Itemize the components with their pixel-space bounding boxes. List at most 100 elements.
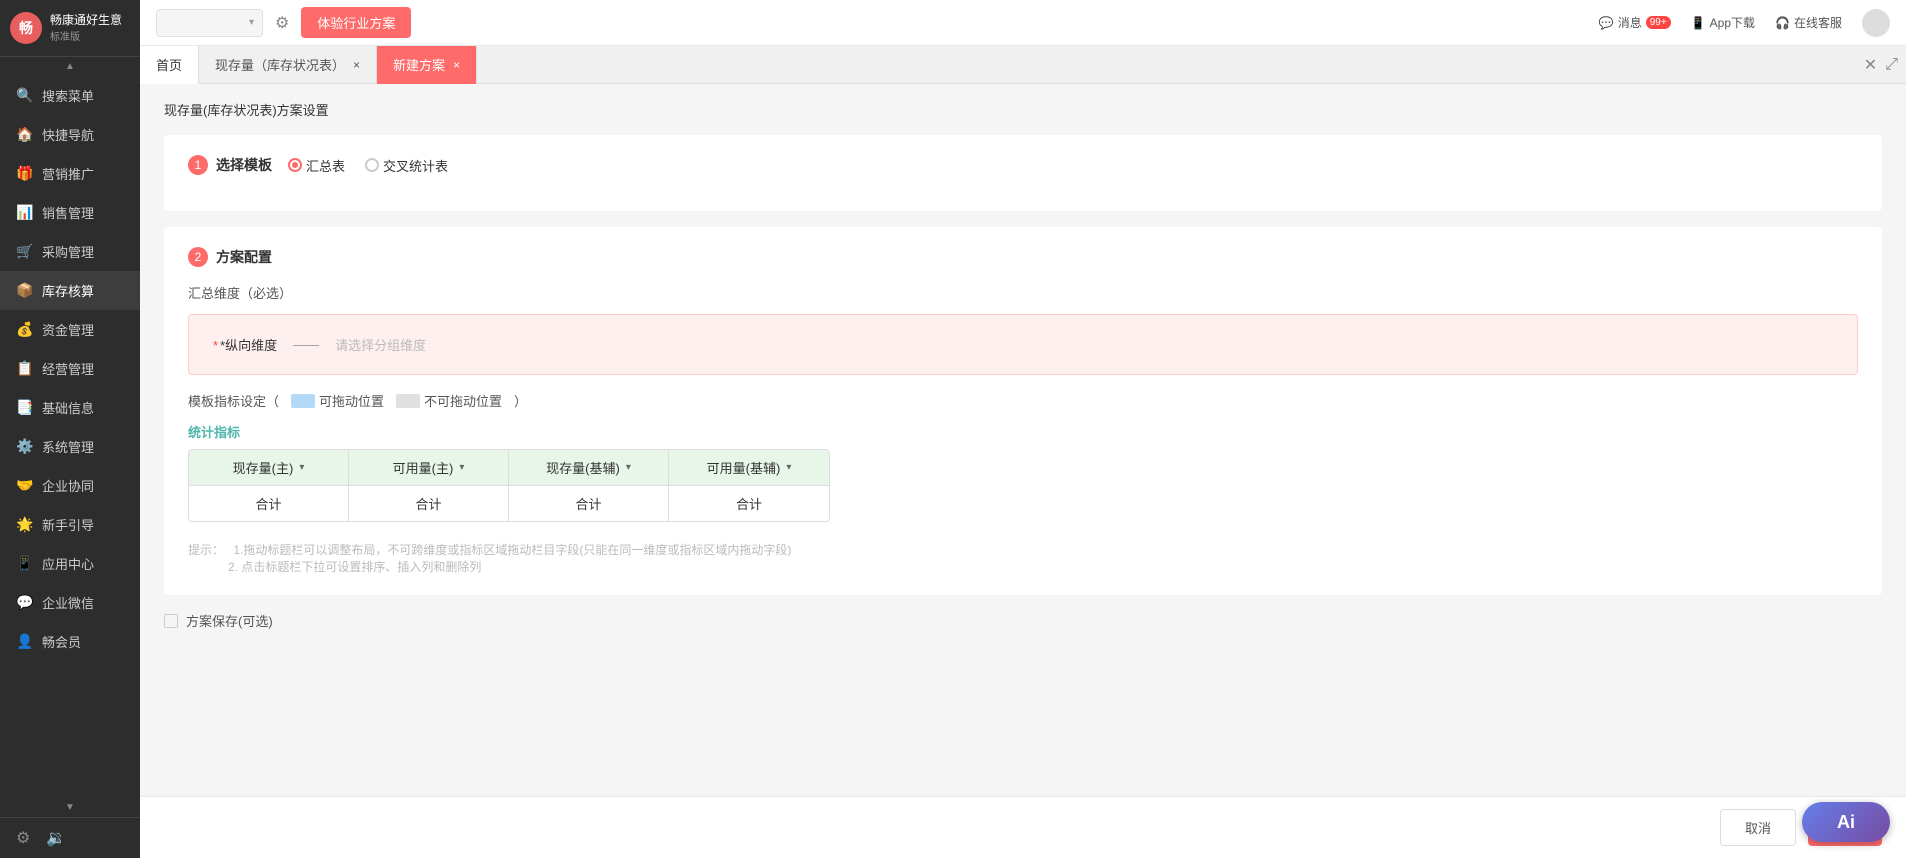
box-icon: 📦: [16, 282, 34, 300]
stats-header-current-aux[interactable]: 现存量(基辅) ▾: [509, 450, 669, 485]
chat-icon: 💬: [16, 594, 34, 612]
sidebar-item-operations[interactable]: 📋 经营管理: [0, 349, 140, 388]
sidebar-nav: 🔍 搜索菜单 🏠 快捷导航 🎁 营销推广 📊 销售管理 🛒 采购管理 📦 库存核…: [0, 76, 140, 798]
stats-header-current-main[interactable]: 现存量(主) ▾: [189, 450, 349, 485]
tip-item-2: 2. 点击标题栏下拉可设置排序、插入列和删除列: [228, 560, 481, 574]
stats-body-available-aux: 合计: [669, 485, 829, 521]
sidebar-item-new-guide[interactable]: 🌟 新手引导: [0, 505, 140, 544]
sidebar-item-contract[interactable]: 🤝 企业协同: [0, 466, 140, 505]
gift-icon: 🎁: [16, 165, 34, 183]
sidebar-item-finance[interactable]: 💰 资金管理: [0, 310, 140, 349]
mobile-icon: 📱: [16, 555, 34, 573]
required-star: **纵向维度: [213, 335, 277, 354]
radio-cross[interactable]: 交叉统计表: [365, 156, 448, 175]
message-button[interactable]: 💬 消息 99+: [1599, 14, 1671, 31]
radio-summary-dot: [292, 162, 298, 168]
sidebar-item-basic-info[interactable]: 📑 基础信息: [0, 388, 140, 427]
star-icon: 🌟: [16, 516, 34, 534]
sound-footer-icon[interactable]: 🔉: [46, 828, 66, 848]
template-radio-group: 汇总表 交叉统计表: [288, 156, 448, 175]
sidebar-item-system[interactable]: ⚙️ 系统管理: [0, 427, 140, 466]
sidebar-item-quick-nav[interactable]: 🏠 快捷导航: [0, 115, 140, 154]
sidebar-item-purchase[interactable]: 🛒 采购管理: [0, 232, 140, 271]
dimension-row: **纵向维度 —— 请选择分组维度: [213, 335, 1833, 354]
tab-new-plan[interactable]: 新建方案 ×: [377, 46, 477, 84]
step2-card: 2 方案配置 汇总维度（必选） **纵向维度 —— 请选择分组维度 模板指标设定…: [164, 227, 1882, 595]
stats-body-current-main: 合计: [189, 485, 349, 521]
draggable-indicator: 可拖动位置: [291, 391, 384, 410]
tab-inventory-status[interactable]: 现存量（库存状况表） ×: [199, 46, 377, 84]
tips-section: 提示： 1.拖动标题栏可以调整布局，不可跨维度或指标区域拖动栏目字段(只能在同一…: [188, 541, 1858, 575]
window-controls: ✕ ⤢: [1864, 55, 1898, 75]
sidebar-item-member[interactable]: 👤 畅会员: [0, 622, 140, 661]
page-content: 现存量(库存状况表)方案设置 1 选择模板 汇总表 交叉统计表: [140, 84, 1906, 796]
dimension-placeholder: 请选择分组维度: [335, 335, 426, 354]
tab-inventory-close-icon[interactable]: ×: [353, 58, 360, 72]
action-bar: 取消 查询: [140, 796, 1906, 858]
cancel-button[interactable]: 取消: [1720, 809, 1796, 846]
cart-icon: 🛒: [16, 243, 34, 261]
sidebar-scroll-up[interactable]: ▲: [0, 57, 140, 76]
user-icon: 👤: [16, 633, 34, 651]
logo-text: 畅康通好生意 标准版: [50, 13, 122, 44]
stats-header-available-main[interactable]: 可用量(主) ▾: [349, 450, 509, 485]
headset-icon: 🎧: [1775, 16, 1790, 30]
non-draggable-indicator: 不可拖动位置: [396, 391, 502, 410]
sidebar-footer: ⚙ 🔉: [0, 817, 140, 858]
close-window-icon[interactable]: ✕: [1864, 55, 1877, 75]
stats-body-available-main: 合计: [349, 485, 509, 521]
chart-icon: 📊: [16, 204, 34, 222]
settings-footer-icon[interactable]: ⚙: [16, 828, 30, 848]
dimension-dash: ——: [293, 337, 319, 352]
ai-bubble[interactable]: Ai: [1802, 802, 1890, 842]
expand-window-icon[interactable]: ⤢: [1885, 56, 1898, 74]
stats-section-title: 统计指标: [188, 422, 1858, 441]
stats-header-available-aux[interactable]: 可用量(基辅) ▾: [669, 450, 829, 485]
topbar-right: 💬 消息 99+ 📱 App下载 🎧 在线客服: [1599, 9, 1890, 37]
customer-service-button[interactable]: 🎧 在线客服: [1775, 14, 1842, 31]
doc-icon: 📑: [16, 399, 34, 417]
step2-title: 方案配置: [216, 247, 272, 267]
indicator-suffix: ）: [514, 391, 527, 410]
vertical-label: *纵向维度: [220, 338, 277, 353]
step2-badge: 2: [188, 247, 208, 267]
save-label: 方案保存(可选): [186, 611, 273, 630]
settings-icon[interactable]: ⚙: [275, 13, 289, 33]
tab-home[interactable]: 首页: [140, 46, 199, 84]
main-content: ▾ ⚙ 体验行业方案 💬 消息 99+ 📱 App下载 🎧 在线客服 首页: [140, 0, 1906, 858]
draggable-rect: [291, 394, 315, 408]
sidebar-item-inventory[interactable]: 📦 库存核算: [0, 271, 140, 310]
sidebar-item-app-center[interactable]: 📱 应用中心: [0, 544, 140, 583]
tab-new-plan-close-icon[interactable]: ×: [453, 58, 460, 72]
topbar-search-box[interactable]: ▾: [156, 9, 263, 37]
topbar: ▾ ⚙ 体验行业方案 💬 消息 99+ 📱 App下载 🎧 在线客服: [140, 0, 1906, 46]
logo-icon: 畅: [10, 12, 42, 44]
stats-table: 现存量(主) ▾ 可用量(主) ▾ 现存量(基辅) ▾ 可用量(基辅) ▾: [188, 449, 830, 522]
tips-prefix: 提示：: [188, 543, 230, 557]
step1-title: 选择模板: [216, 155, 272, 175]
search-input[interactable]: [165, 16, 245, 30]
avatar[interactable]: [1862, 9, 1890, 37]
search-icon: 🔍: [16, 87, 34, 105]
sidebar-item-wechat[interactable]: 💬 企业微信: [0, 583, 140, 622]
col2-chevron-icon: ▾: [626, 462, 631, 473]
stats-header-row: 现存量(主) ▾ 可用量(主) ▾ 现存量(基辅) ▾ 可用量(基辅) ▾: [189, 450, 829, 485]
message-badge: 99+: [1646, 16, 1671, 29]
step1-badge: 1: [188, 155, 208, 175]
dimension-section-label: 汇总维度（必选）: [188, 283, 1858, 302]
col1-chevron-icon: ▾: [459, 462, 464, 473]
sidebar-item-search[interactable]: 🔍 搜索菜单: [0, 76, 140, 115]
gear-icon: ⚙️: [16, 438, 34, 456]
sidebar-item-marketing[interactable]: 🎁 营销推广: [0, 154, 140, 193]
save-checkbox[interactable]: [164, 614, 178, 628]
col3-chevron-icon: ▾: [786, 462, 791, 473]
home-icon: 🏠: [16, 126, 34, 144]
radio-summary-circle: [288, 158, 302, 172]
radio-summary[interactable]: 汇总表: [288, 156, 345, 175]
indicator-prefix: 模板指标设定（: [188, 391, 279, 410]
app-download-button[interactable]: 📱 App下载: [1691, 14, 1755, 31]
page-title: 现存量(库存状况表)方案设置: [164, 100, 1882, 119]
sidebar-scroll-down[interactable]: ▼: [0, 798, 140, 817]
sidebar-item-sales[interactable]: 📊 销售管理: [0, 193, 140, 232]
trial-button[interactable]: 体验行业方案: [301, 7, 411, 38]
